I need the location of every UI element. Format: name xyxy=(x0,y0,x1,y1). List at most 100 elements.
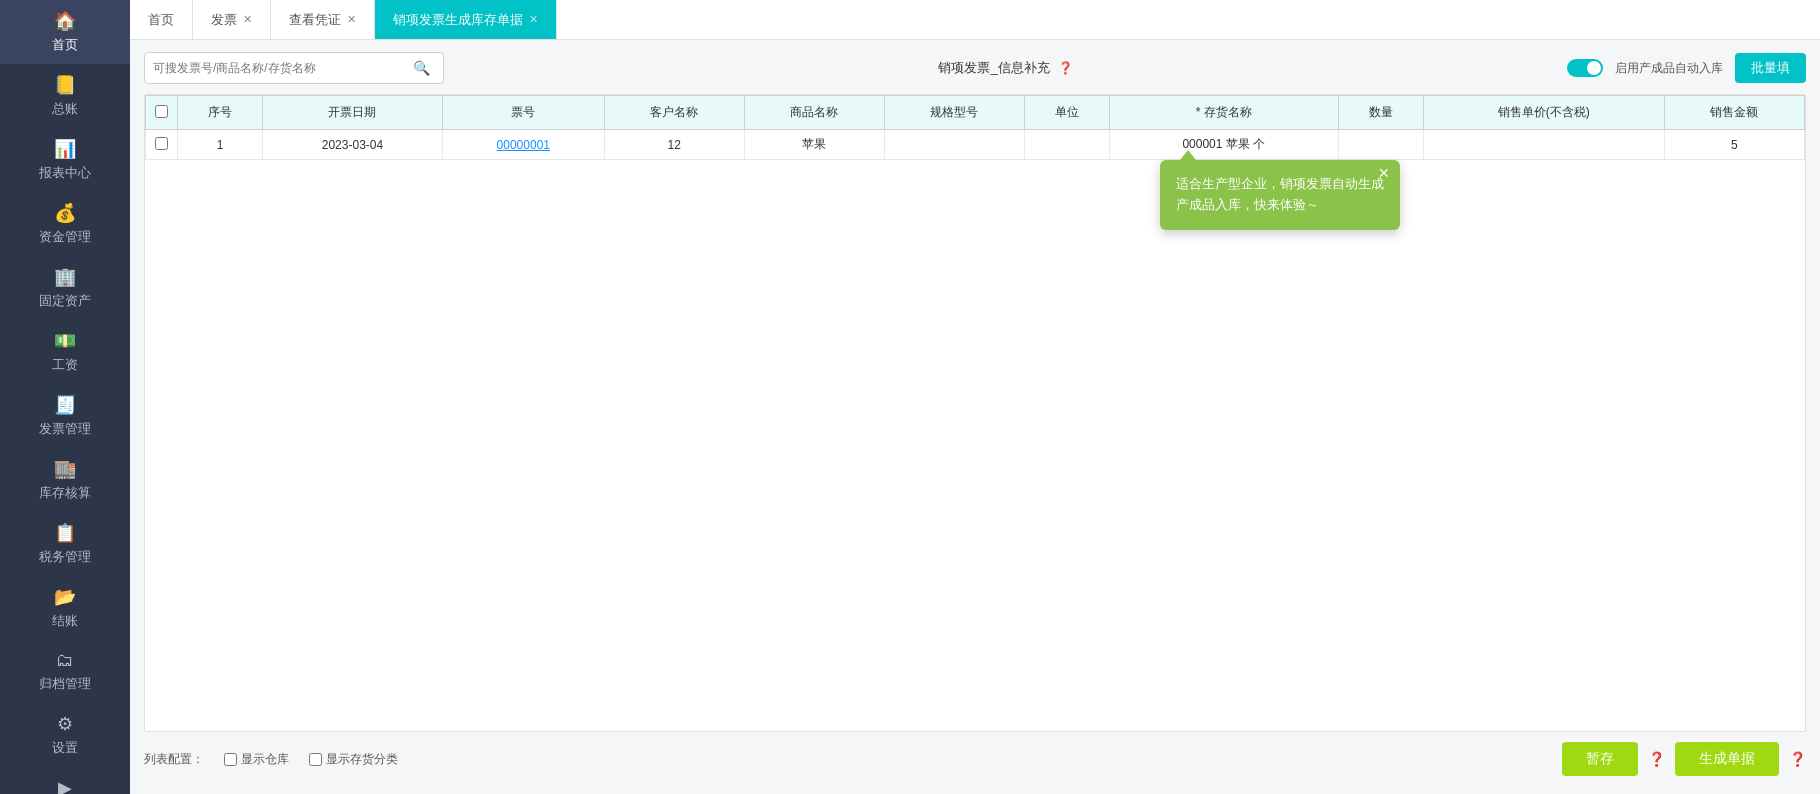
top-bar: 🔍 销项发票_信息补充 ❓ 启用产成品自动入库 批量填 xyxy=(144,52,1806,84)
info-label: 销项发票_信息补充 xyxy=(938,59,1049,77)
col-date: 开票日期 xyxy=(262,96,442,130)
row-unit xyxy=(1024,130,1109,160)
col-price: 销售单价(不含税) xyxy=(1423,96,1664,130)
tooltip-box: ✕ 适合生产型企业，销项发票自动生成产成品入库，快来体验～ xyxy=(1160,160,1400,230)
invoice-icon: 🧾 xyxy=(54,394,76,416)
auto-warehouse-toggle[interactable] xyxy=(1567,59,1603,77)
archive-icon: 🗂 xyxy=(56,650,74,671)
sidebar-item-label: 设置 xyxy=(52,739,78,757)
col-ticket: 票号 xyxy=(442,96,604,130)
sidebar-item-wage[interactable]: 💵 工资 xyxy=(0,320,130,384)
col-product: 商品名称 xyxy=(744,96,884,130)
guide-icon: ▶ xyxy=(58,777,72,794)
sidebar-item-home[interactable]: 🏠 首页 xyxy=(0,0,130,64)
tab-invoice[interactable]: 发票 ✕ xyxy=(193,0,271,39)
col-seq: 序号 xyxy=(178,96,263,130)
row-spec xyxy=(884,130,1024,160)
main-area: 首页 发票 ✕ 查看凭证 ✕ 销项发票生成库存单据 ✕ 🔍 销项发票_信息补充 … xyxy=(130,0,1820,794)
sidebar-item-label: 资金管理 xyxy=(39,228,91,246)
show-category-checkbox[interactable]: 显示存货分类 xyxy=(309,751,398,768)
search-box[interactable]: 🔍 xyxy=(144,52,444,84)
fixed-icon: 🏢 xyxy=(54,266,76,288)
col-quantity: 数量 xyxy=(1338,96,1423,130)
row-price xyxy=(1423,130,1664,160)
info-help-icon[interactable]: ❓ xyxy=(1058,61,1073,75)
sidebar-item-settle[interactable]: 📂 结账 xyxy=(0,576,130,640)
row-seq: 1 xyxy=(178,130,263,160)
show-category-input[interactable] xyxy=(309,753,322,766)
save-help-icon[interactable]: ❓ xyxy=(1648,751,1665,767)
sidebar-item-tax[interactable]: 📋 税务管理 xyxy=(0,512,130,576)
row-ticket[interactable]: 00000001 xyxy=(442,130,604,160)
tooltip-close-button[interactable]: ✕ xyxy=(1378,166,1390,180)
batch-fill-button[interactable]: 批量填 xyxy=(1735,53,1806,83)
sidebar-item-label: 首页 xyxy=(52,36,78,54)
row-inventory: 000001 苹果 个 xyxy=(1109,130,1338,160)
sidebar-item-ledger[interactable]: 📒 总账 xyxy=(0,64,130,128)
sidebar-item-label: 总账 xyxy=(52,100,78,118)
tab-create-inventory[interactable]: 销项发票生成库存单据 ✕ xyxy=(375,0,557,39)
tab-bar: 首页 发票 ✕ 查看凭证 ✕ 销项发票生成库存单据 ✕ xyxy=(130,0,1820,40)
tab-invoice-close[interactable]: ✕ xyxy=(243,14,252,25)
col-sales: 销售金额 xyxy=(1664,96,1804,130)
row-date: 2023-03-04 xyxy=(262,130,442,160)
wage-icon: 💵 xyxy=(54,330,76,352)
select-all-checkbox[interactable] xyxy=(155,105,168,118)
show-category-label: 显示存货分类 xyxy=(326,751,398,768)
sidebar-item-label: 发票管理 xyxy=(39,420,91,438)
sidebar-item-guide[interactable]: ▶ 新手引导 xyxy=(0,767,130,794)
row-product: 苹果 xyxy=(744,130,884,160)
toggle-label: 启用产成品自动入库 xyxy=(1615,60,1723,77)
generate-help-icon[interactable]: ❓ xyxy=(1789,751,1806,767)
sidebar-item-settings[interactable]: ⚙ 设置 xyxy=(0,703,130,767)
sidebar-item-invoice[interactable]: 🧾 发票管理 xyxy=(0,384,130,448)
tab-voucher-close[interactable]: ✕ xyxy=(347,14,356,25)
generate-button[interactable]: 生成单据 xyxy=(1675,742,1779,776)
search-icon: 🔍 xyxy=(413,60,430,76)
row-customer: 12 xyxy=(604,130,744,160)
sidebar-item-label: 报表中心 xyxy=(39,164,91,182)
tab-voucher-label: 查看凭证 xyxy=(289,11,341,29)
show-warehouse-input[interactable] xyxy=(224,753,237,766)
sidebar-item-label: 库存核算 xyxy=(39,484,91,502)
tab-create-inventory-close[interactable]: ✕ xyxy=(529,14,538,25)
search-input[interactable] xyxy=(153,61,413,75)
tax-icon: 📋 xyxy=(54,522,76,544)
sidebar-item-label: 归档管理 xyxy=(39,675,91,693)
row-checkbox[interactable] xyxy=(146,130,178,160)
col-checkbox xyxy=(146,96,178,130)
right-controls: 启用产成品自动入库 批量填 xyxy=(1567,53,1806,83)
row-select-checkbox[interactable] xyxy=(155,137,168,150)
tab-home-label: 首页 xyxy=(148,11,174,29)
fund-icon: 💰 xyxy=(54,202,76,224)
save-button[interactable]: 暂存 xyxy=(1562,742,1638,776)
inventory-icon: 🏬 xyxy=(54,458,76,480)
report-icon: 📊 xyxy=(54,138,76,160)
tab-create-inventory-label: 销项发票生成库存单据 xyxy=(393,11,523,29)
sidebar-item-label: 税务管理 xyxy=(39,548,91,566)
list-config-label: 列表配置： xyxy=(144,751,204,768)
tab-voucher[interactable]: 查看凭证 ✕ xyxy=(271,0,375,39)
settle-icon: 📂 xyxy=(54,586,76,608)
tab-invoice-label: 发票 xyxy=(211,11,237,29)
sidebar-item-archive[interactable]: 🗂 归档管理 xyxy=(0,640,130,703)
show-warehouse-label: 显示仓库 xyxy=(241,751,289,768)
bottom-right-actions: 暂存 ❓ 生成单据 ❓ xyxy=(1562,742,1806,776)
col-inventory: * 存货名称 xyxy=(1109,96,1338,130)
table-body: 1 2023-03-04 00000001 12 苹果 000001 苹果 个 … xyxy=(146,130,1805,160)
col-spec: 规格型号 xyxy=(884,96,1024,130)
show-warehouse-checkbox[interactable]: 显示仓库 xyxy=(224,751,289,768)
sidebar-item-report[interactable]: 📊 报表中心 xyxy=(0,128,130,192)
sidebar-item-label: 工资 xyxy=(52,356,78,374)
tab-home[interactable]: 首页 xyxy=(130,0,193,39)
sidebar-item-fund[interactable]: 💰 资金管理 xyxy=(0,192,130,256)
sidebar-item-fixed[interactable]: 🏢 固定资产 xyxy=(0,256,130,320)
sidebar: 🏠 首页 📒 总账 📊 报表中心 💰 资金管理 🏢 固定资产 💵 工资 🧾 发票… xyxy=(0,0,130,794)
row-quantity xyxy=(1338,130,1423,160)
sidebar-item-label: 固定资产 xyxy=(39,292,91,310)
home-icon: 🏠 xyxy=(54,10,76,32)
tooltip-text: 适合生产型企业，销项发票自动生成产成品入库，快来体验～ xyxy=(1176,176,1384,212)
info-area: 销项发票_信息补充 ❓ xyxy=(938,59,1072,77)
table-row: 1 2023-03-04 00000001 12 苹果 000001 苹果 个 … xyxy=(146,130,1805,160)
sidebar-item-inventory[interactable]: 🏬 库存核算 xyxy=(0,448,130,512)
